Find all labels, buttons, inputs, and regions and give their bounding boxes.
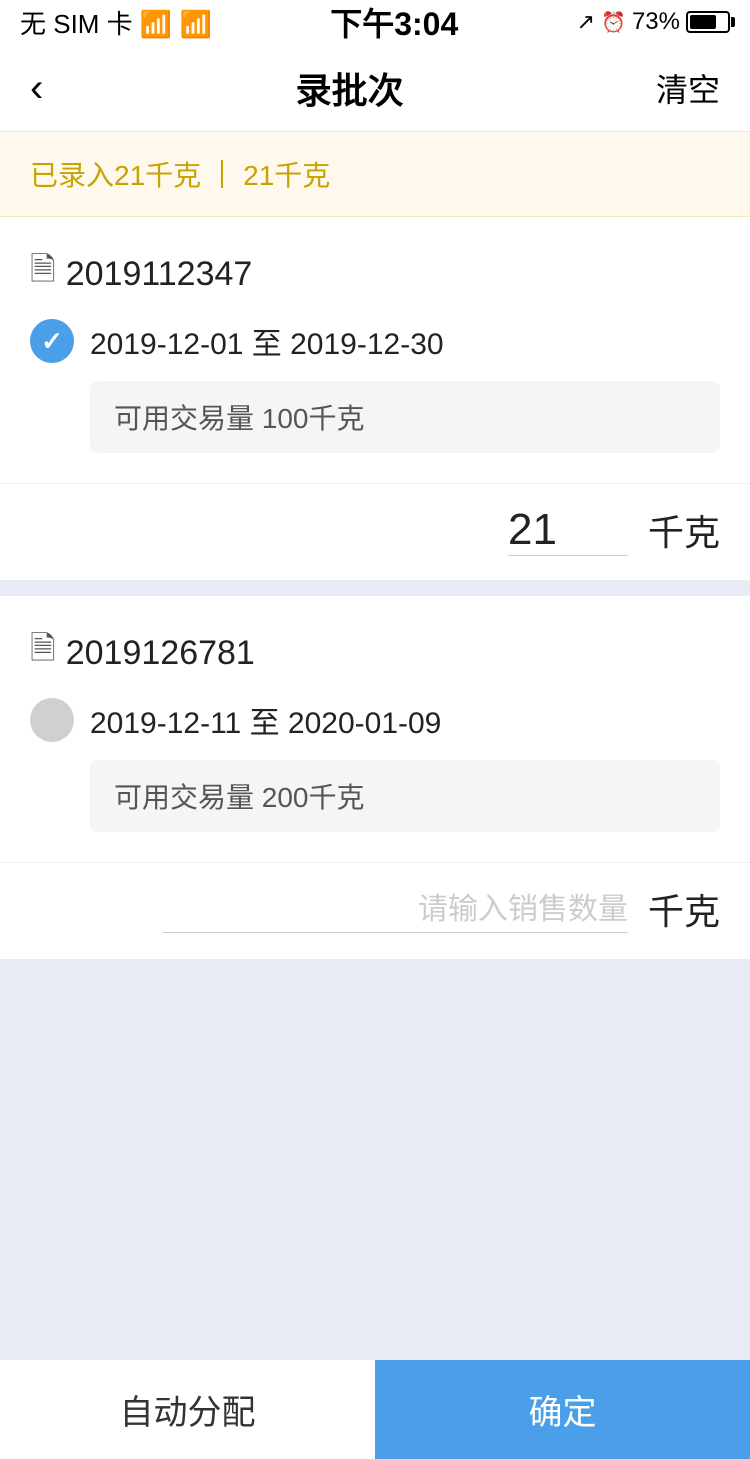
batch-id-1: 2019112347 xyxy=(66,255,253,294)
page-title: 录批次 xyxy=(296,62,404,114)
input-row-2: 千克 xyxy=(0,862,750,959)
input-unit-2: 千克 xyxy=(648,883,720,935)
auto-distribute-button[interactable]: 自动分配 xyxy=(0,1360,375,1459)
quantity-value-1: 21 xyxy=(508,505,557,554)
batch-date-row-1[interactable]: ✓ 2019-12-01 至 2019-12-30 xyxy=(30,319,720,363)
summary-value: 21千克 xyxy=(243,154,330,194)
batch-id-row-1: 🗎 2019112347 xyxy=(30,247,720,301)
section-divider xyxy=(0,580,750,596)
batch-date-1: 2019-12-01 至 2019-12-30 xyxy=(90,319,444,363)
status-time: 下午3:04 xyxy=(330,0,458,45)
radio-unselected-2[interactable] xyxy=(30,698,74,742)
confirm-button[interactable]: 确定 xyxy=(375,1360,750,1459)
alarm-icon: ⏰ xyxy=(601,10,626,35)
status-right: ↗ ⏰ 73% xyxy=(577,8,730,36)
summary-bar: 已录入21千克 21千克 xyxy=(0,132,750,217)
batch-id-2: 2019126781 xyxy=(66,634,255,673)
batch-item-1: 🗎 2019112347 ✓ 2019-12-01 至 2019-12-30 可… xyxy=(0,217,750,483)
bottom-bar: 自动分配 确定 xyxy=(0,1359,750,1459)
batch-avail-2: 可用交易量 200千克 xyxy=(90,760,720,832)
quantity-input-2[interactable] xyxy=(163,886,628,933)
batch-date-row-2[interactable]: 2019-12-11 至 2020-01-09 xyxy=(30,698,720,742)
battery-percent: 73% xyxy=(632,8,680,36)
batch-id-row-2: 🗎 2019126781 xyxy=(30,626,720,680)
batch-doc-icon-2: 🗎 xyxy=(30,626,56,680)
status-left: 无 SIM 卡 📶 📶 xyxy=(20,4,212,41)
status-bar: 无 SIM 卡 📶 📶 下午3:04 ↗ ⏰ 73% xyxy=(0,0,750,44)
quantity-unit-1: 千克 xyxy=(648,504,720,556)
empty-space xyxy=(0,959,750,1359)
radio-selected-1[interactable]: ✓ xyxy=(30,319,74,363)
quantity-underline-1: 21 xyxy=(508,505,628,556)
back-button[interactable]: ‹ xyxy=(30,68,43,108)
batch-item-2: 🗎 2019126781 2019-12-11 至 2020-01-09 可用交… xyxy=(0,596,750,862)
batch-date-2: 2019-12-11 至 2020-01-09 xyxy=(90,698,441,742)
batch-doc-icon-1: 🗎 xyxy=(30,247,56,301)
summary-divider xyxy=(221,160,223,188)
nav-bar: ‹ 录批次 清空 xyxy=(0,44,750,132)
location-icon: ↗ xyxy=(577,9,595,35)
quantity-row-1: 21 千克 xyxy=(0,483,750,580)
clear-button[interactable]: 清空 xyxy=(656,65,720,111)
batch-avail-1: 可用交易量 100千克 xyxy=(90,381,720,453)
battery-icon xyxy=(686,11,730,33)
checkmark-1: ✓ xyxy=(41,326,63,357)
summary-label: 已录入21千克 xyxy=(30,154,201,194)
